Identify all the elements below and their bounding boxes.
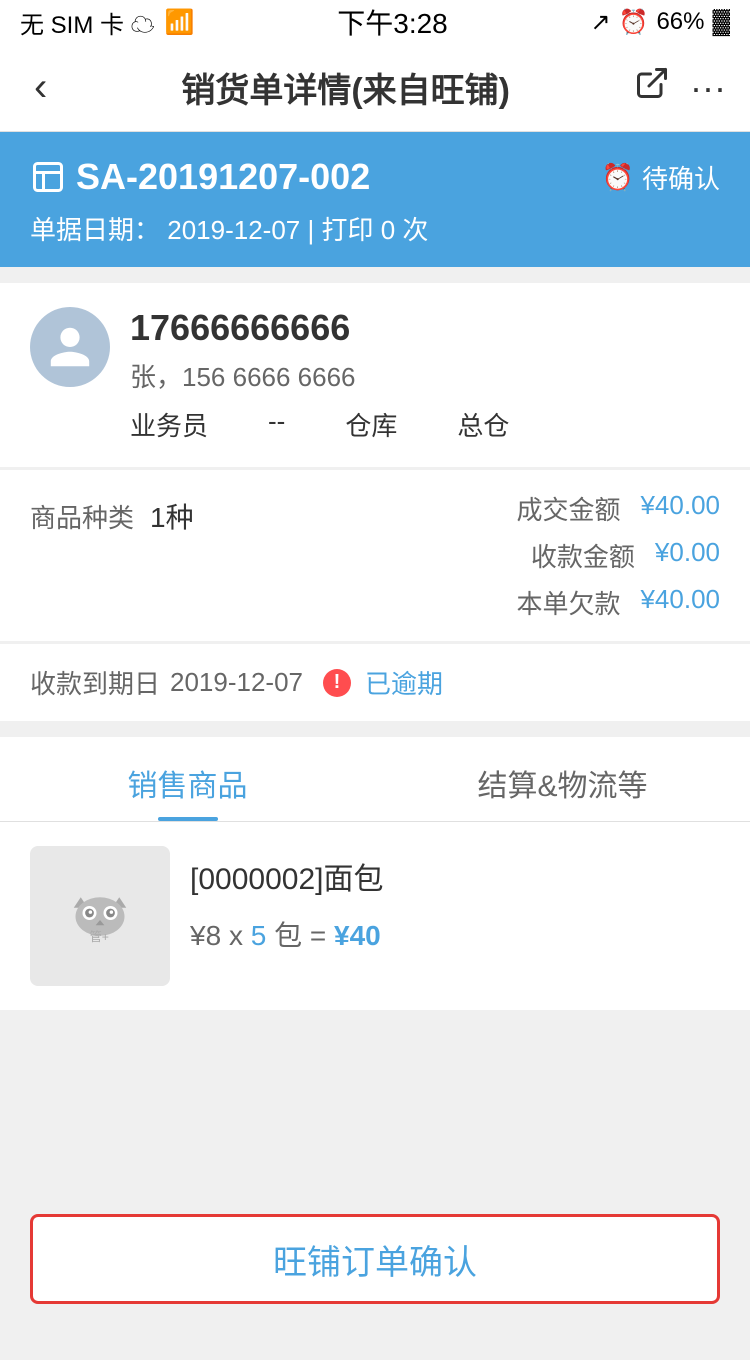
- confirm-button-container: 旺铺订单确认: [30, 1214, 720, 1304]
- order-status: ⏰ 待确认: [602, 159, 720, 196]
- amounts-section: 商品种类 1种 成交金额 ¥40.00 收款金额 ¥0.00 本单欠款 ¥40.…: [0, 469, 750, 641]
- tab-sales-goods[interactable]: 销售商品: [0, 737, 375, 821]
- status-bar-left: 无 SIM 卡 ☁ 📶: [20, 5, 195, 40]
- collection-value: ¥0.00: [655, 537, 720, 574]
- order-id: SA-20191207-002: [76, 156, 370, 198]
- avatar-icon: [46, 323, 94, 371]
- export-button[interactable]: [634, 65, 670, 110]
- product-thumbnail: 管+: [30, 846, 170, 986]
- location-icon: ↗: [590, 8, 610, 37]
- overdue-label: 收款到期日: [30, 664, 160, 701]
- product-section: 管+ [0000002]面包 ¥8 x 5 包 = ¥40: [0, 822, 750, 1010]
- product-info: [0000002]面包 ¥8 x 5 包 = ¥40: [190, 846, 720, 954]
- status-bar: 无 SIM 卡 ☁ 📶 下午3:28 ↗ ⏰ 66% ▓: [0, 0, 750, 44]
- svg-text:管+: 管+: [90, 929, 109, 944]
- product-calc: ¥8 x 5 包 = ¥40: [190, 914, 720, 954]
- product-name: [0000002]面包: [190, 854, 720, 898]
- customer-info: 17666666666 张，156 6666 6666 业务员 -- 仓库 总仓: [130, 307, 720, 443]
- tabs-section: 销售商品 结算&物流等: [0, 737, 750, 822]
- tab-settlement-logistics[interactable]: 结算&物流等: [375, 737, 750, 821]
- back-button[interactable]: ‹: [24, 55, 57, 120]
- customer-card: 17666666666 张，156 6666 6666 业务员 -- 仓库 总仓: [0, 283, 750, 467]
- confirm-order-button[interactable]: 旺铺订单确认: [30, 1214, 720, 1304]
- order-icon: [30, 159, 66, 195]
- product-kind-label: 商品种类: [30, 498, 134, 535]
- product-kind-value: 1种: [150, 496, 194, 536]
- overdue-alert-icon: !: [323, 669, 351, 697]
- overdue-status-text: 已逾期: [365, 664, 443, 701]
- customer-name: 张，156 6666 6666: [130, 357, 720, 394]
- salesman-label: 业务员: [130, 406, 208, 443]
- debt-label: 本单欠款: [516, 584, 620, 621]
- status-clock-icon: ⏰: [602, 162, 634, 193]
- warehouse-label: 仓库: [345, 406, 397, 443]
- bottom-area: [0, 1010, 750, 1360]
- nav-bar: ‹ 销货单详情(来自旺铺) ···: [0, 44, 750, 132]
- status-bar-time: 下午3:28: [337, 2, 448, 42]
- battery-icon: ▓: [712, 8, 730, 36]
- product-total: ¥40: [334, 920, 381, 951]
- deal-amount-label: 成交金额: [516, 490, 620, 527]
- debt-value: ¥40.00: [640, 584, 720, 621]
- order-header: SA-20191207-002 ⏰ 待确认 单据日期： 2019-12-07 |…: [0, 132, 750, 267]
- status-label: 待确认: [642, 159, 720, 196]
- overdue-date: 2019-12-07: [170, 667, 303, 698]
- customer-phone: 17666666666: [130, 307, 720, 349]
- sim-status: 无 SIM 卡 ☁: [20, 5, 155, 40]
- wifi-icon: 📶: [165, 8, 195, 37]
- amounts-right: 成交金额 ¥40.00 收款金额 ¥0.00 本单欠款 ¥40.00: [516, 490, 720, 621]
- equals-sign: =: [310, 920, 334, 951]
- collection-label: 收款金额: [531, 537, 635, 574]
- product-quantity: 5: [251, 920, 267, 951]
- product-unit: 包: [274, 920, 302, 951]
- page-title: 销货单详情(来自旺铺): [181, 63, 510, 112]
- customer-avatar: [30, 307, 110, 387]
- product-kinds: 商品种类 1种: [30, 490, 194, 536]
- warehouse-value: 总仓: [457, 406, 509, 443]
- tab-active-indicator: [158, 817, 218, 821]
- status-bar-right: ↗ ⏰ 66% ▓: [590, 8, 730, 37]
- alarm-icon: ⏰: [619, 8, 649, 37]
- deal-amount-value: ¥40.00: [640, 490, 720, 527]
- order-date-line: 单据日期： 2019-12-07 | 打印 0 次: [30, 210, 720, 247]
- battery-level: 66%: [656, 8, 704, 36]
- product-price: ¥8: [190, 920, 221, 951]
- more-button[interactable]: ···: [690, 67, 726, 109]
- product-logo-icon: 管+: [65, 889, 135, 944]
- salesman-value: --: [268, 406, 285, 443]
- section-divider: [0, 721, 750, 737]
- nav-right-buttons: ···: [634, 65, 726, 110]
- multiply-sign: x: [229, 920, 251, 951]
- overdue-section: 收款到期日 2019-12-07 ! 已逾期: [0, 643, 750, 721]
